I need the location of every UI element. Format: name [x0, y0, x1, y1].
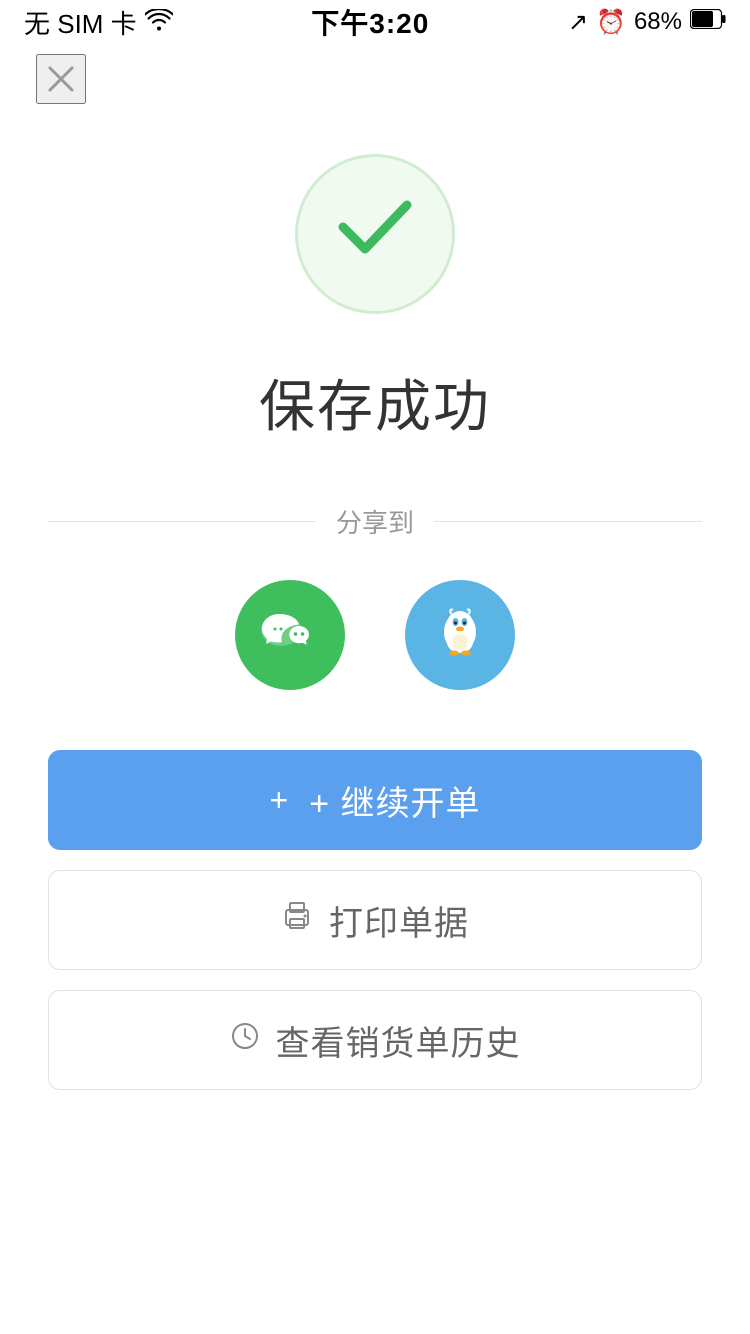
divider-left: [48, 521, 316, 522]
wifi-icon: [145, 7, 173, 38]
buttons-section: + + 继续开单 打印单据 查看销货单历: [0, 750, 750, 1090]
share-section: 分享到: [0, 503, 750, 690]
status-time: 下午3:20: [311, 2, 429, 42]
alarm-icon: ⏰: [596, 8, 626, 37]
history-label: 查看销货单历史: [276, 1016, 521, 1065]
divider-right: [434, 521, 702, 522]
close-button[interactable]: [36, 54, 86, 104]
success-icon-circle: [295, 154, 455, 314]
qq-share-button[interactable]: [405, 580, 515, 690]
location-icon: ↗: [568, 8, 588, 37]
wechat-share-button[interactable]: [235, 580, 345, 690]
share-label: 分享到: [316, 503, 434, 540]
battery-text: 68%: [634, 8, 682, 36]
status-bar: 无 SIM 卡 下午3:20 ↗ ⏰ 68%: [0, 0, 750, 44]
printer-icon: [281, 901, 313, 940]
divider-row: 分享到: [0, 503, 750, 540]
main-content: 保存成功 分享到: [0, 44, 750, 1090]
print-label: 打印单据: [329, 896, 469, 945]
status-left: 无 SIM 卡: [24, 4, 173, 41]
status-right: ↗ ⏰ 68%: [568, 8, 726, 37]
print-button[interactable]: 打印单据: [48, 870, 702, 970]
success-title: 保存成功: [259, 362, 491, 443]
history-icon: [230, 1021, 260, 1060]
continue-button[interactable]: + + 继续开单: [48, 750, 702, 850]
continue-label: + 继续开单: [309, 776, 480, 825]
battery-icon: [690, 8, 726, 36]
checkmark-icon: [335, 192, 415, 272]
sim-text: 无 SIM 卡: [24, 4, 137, 41]
plus-icon: +: [270, 782, 290, 819]
share-icons-row: [235, 580, 515, 690]
history-button[interactable]: 查看销货单历史: [48, 990, 702, 1090]
